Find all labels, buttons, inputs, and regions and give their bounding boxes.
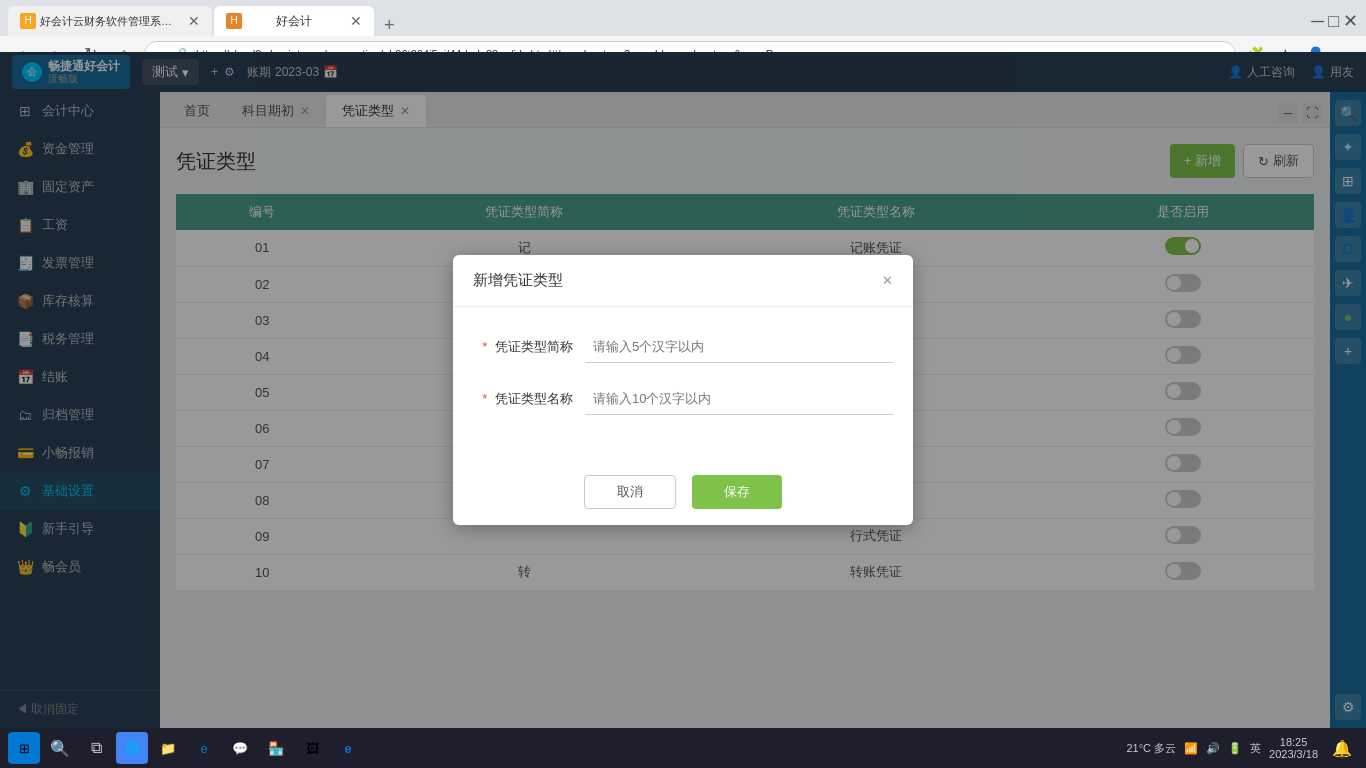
taskbar-right: 21°C 多云 📶 🔊 🔋 英 18:25 2023/3/18 🔔 [1126,732,1358,764]
taskbar-task-view[interactable]: ⧉ [80,732,112,764]
taskbar-msedge2[interactable]: e [332,732,364,764]
form-label-name: * 凭证类型名称 [473,390,573,408]
taskbar: ⊞ 🔍 ⧉ 🌐 📁 e 💬 🏪 🖼 e 21°C 多云 📶 🔊 🔋 英 18:2… [0,728,1366,768]
start-button[interactable]: ⊞ [8,732,40,764]
tab-close-2[interactable]: ✕ [350,13,362,29]
form-label-abbr: * 凭证类型简称 [473,338,573,356]
save-button[interactable]: 保存 [692,475,782,509]
voucher-name-input[interactable] [585,383,893,415]
taskbar-search[interactable]: 🔍 [44,732,76,764]
taskbar-wechat[interactable]: 💬 [224,732,256,764]
modal-header: 新增凭证类型 ✕ [453,255,913,307]
required-mark-name: * [482,391,487,406]
close-browser-button[interactable]: ✕ [1343,10,1358,32]
cancel-button[interactable]: 取消 [584,475,676,509]
form-row-name: * 凭证类型名称 [473,383,893,415]
browser-tab-2[interactable]: H 好会计 ✕ [214,6,374,36]
lang-indicator[interactable]: 英 [1250,741,1261,756]
required-mark-abbr: * [482,339,487,354]
add-voucher-type-modal: 新增凭证类型 ✕ * 凭证类型简称 * 凭证类型名称 取消 保存 [453,255,913,525]
taskbar-store[interactable]: 🏪 [260,732,292,764]
battery-icon: 🔋 [1228,742,1242,755]
taskbar-edge[interactable]: e [188,732,220,764]
tab-close-1[interactable]: ✕ [188,13,200,29]
browser-tab-1[interactable]: H 好会计云财务软件管理系统_会计 ✕ [8,6,212,36]
notification-button[interactable]: 🔔 [1326,732,1358,764]
tab-label-1: 好会计云财务软件管理系统_会计 [40,14,180,29]
taskbar-photos[interactable]: 🖼 [296,732,328,764]
modal-footer: 取消 保存 [453,459,913,525]
taskbar-chrome[interactable]: 🌐 [116,732,148,764]
tab-label-2: 好会计 [276,13,312,30]
tab-favicon-2: H [226,13,242,29]
network-icon: 📶 [1184,742,1198,755]
taskbar-date: 2023/3/18 [1269,748,1318,760]
minimize-button[interactable]: ─ [1311,11,1324,32]
modal-close-icon[interactable]: ✕ [882,273,893,288]
tab-favicon-1: H [20,13,36,29]
modal-overlay: 新增凭证类型 ✕ * 凭证类型简称 * 凭证类型名称 取消 保存 [0,52,1366,728]
sound-icon: 🔊 [1206,742,1220,755]
taskbar-time-date[interactable]: 18:25 2023/3/18 [1269,736,1318,760]
form-row-abbr: * 凭证类型简称 [473,331,893,363]
modal-body: * 凭证类型简称 * 凭证类型名称 [453,307,913,459]
voucher-abbr-input[interactable] [585,331,893,363]
taskbar-time: 18:25 [1269,736,1318,748]
modal-title: 新增凭证类型 [473,271,563,290]
weather-info: 21°C 多云 [1126,741,1176,756]
new-tab-button[interactable]: + [376,15,403,36]
taskbar-files[interactable]: 📁 [152,732,184,764]
maximize-button[interactable]: □ [1328,11,1339,32]
